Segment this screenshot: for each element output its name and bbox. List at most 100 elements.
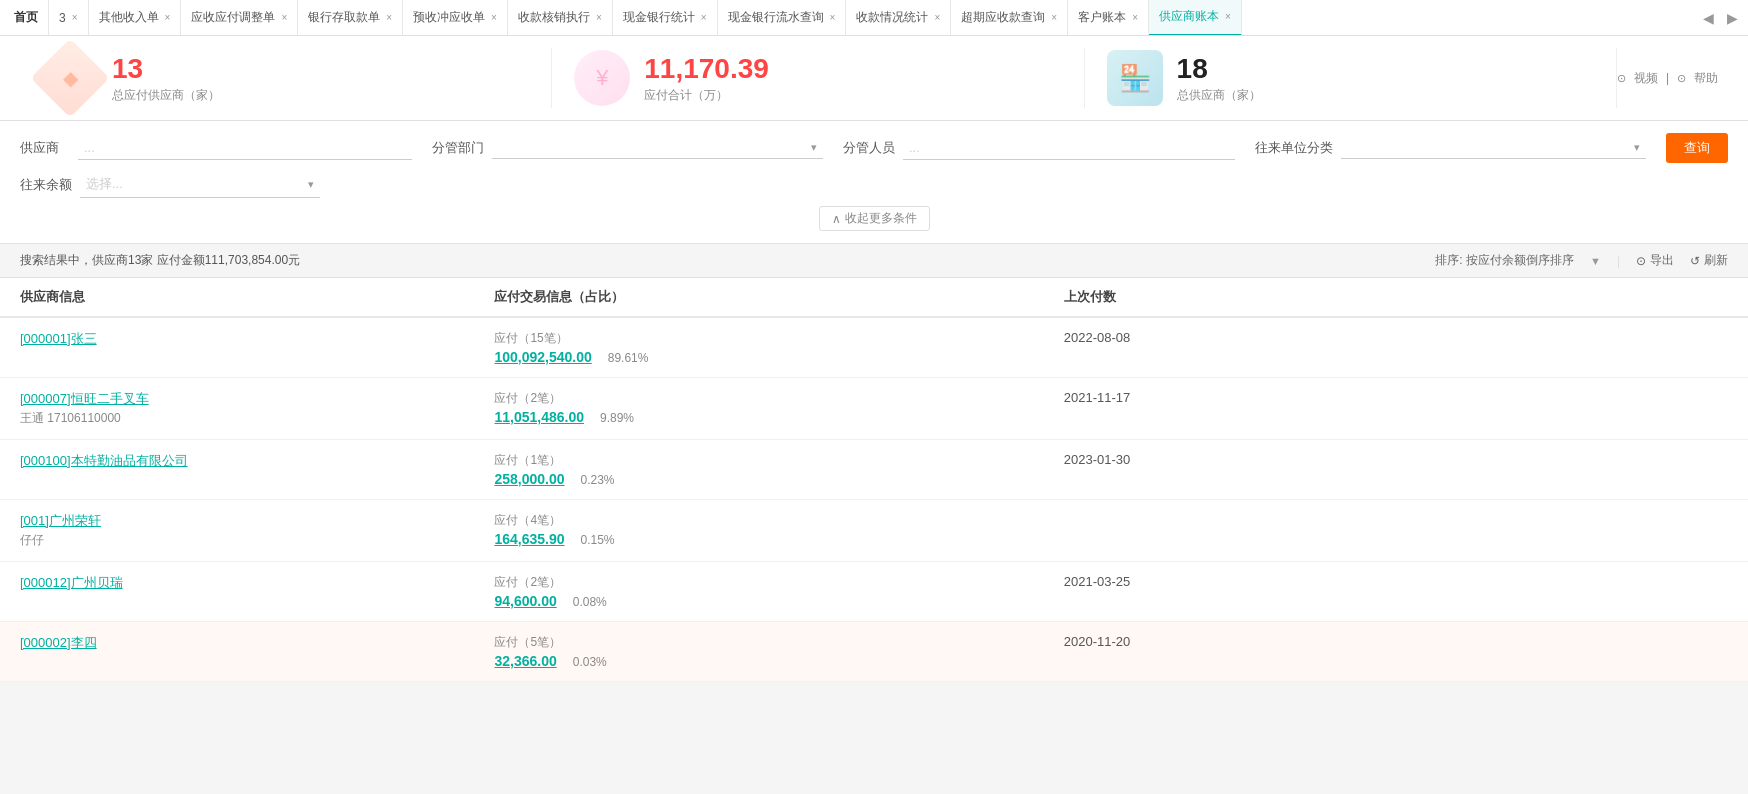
nav-tab-customer-ledger[interactable]: 客户账本 ×	[1068, 0, 1149, 36]
refresh-icon: ↺	[1690, 254, 1700, 268]
transaction-info-2: 应付（2笔） 11,051,486.00 9.89%	[494, 390, 1063, 425]
close-icon[interactable]: ×	[1051, 12, 1057, 23]
supplier-name-1[interactable]: [000001]张三	[20, 330, 494, 348]
table-row: [000100]本特勤油品有限公司 应付（1笔） 258,000.00 0.23…	[0, 440, 1748, 500]
dept-select[interactable]: ▾	[492, 137, 824, 159]
trans-amount-5[interactable]: 94,600.00	[494, 593, 556, 609]
last-pay-date-5: 2021-03-25	[1064, 574, 1131, 589]
transaction-info-6: 应付（5笔） 32,366.00 0.03%	[494, 634, 1063, 669]
trans-amount-6[interactable]: 32,366.00	[494, 653, 556, 669]
trans-row-4: 164,635.90 0.15%	[494, 529, 1063, 547]
nav-tab-collection[interactable]: 收款核销执行 ×	[508, 0, 613, 36]
person-input[interactable]	[903, 136, 1235, 160]
nav-tab-cash-flow[interactable]: 现金银行流水查询 ×	[718, 0, 847, 36]
help-link[interactable]: 帮助	[1694, 70, 1718, 87]
last-pay-2: 2021-11-17	[1064, 390, 1444, 405]
nav-tab-supplier-ledger[interactable]: 供应商账本 ×	[1149, 0, 1242, 36]
nav-arrows: ◀ ▶	[1696, 6, 1744, 30]
balance-placeholder: 选择...	[86, 175, 123, 193]
supplier-name-2[interactable]: [000007]恒旺二手叉车	[20, 390, 494, 408]
total-suppliers-label: 总供应商（家）	[1177, 87, 1261, 104]
collapse-bar: ∧ 收起更多条件	[20, 206, 1728, 231]
supplier-info-2: [000007]恒旺二手叉车 王通 17106110000	[20, 390, 494, 427]
nav-tab-adjust[interactable]: 应收应付调整单 ×	[181, 0, 298, 36]
dept-filter-label: 分管部门	[432, 139, 484, 157]
nav-next-button[interactable]: ▶	[1720, 6, 1744, 30]
help-icon: ⊙	[1677, 72, 1686, 85]
nav-tab-supplier-ledger-label: 供应商账本	[1159, 8, 1219, 25]
nav-tab-bank[interactable]: 银行存取款单 ×	[298, 0, 403, 36]
person-filter-label: 分管人员	[843, 139, 895, 157]
nav-tab-home-label: 首页	[14, 9, 38, 26]
supplier-name-3[interactable]: [000100]本特勤油品有限公司	[20, 452, 494, 470]
result-summary-text: 搜索结果中，供应商13家 应付金额111,703,854.00元	[20, 252, 300, 269]
nav-prev-button[interactable]: ◀	[1696, 6, 1720, 30]
supplier-info-6: [000002]李四	[20, 634, 494, 652]
export-label: 导出	[1650, 252, 1674, 269]
export-icon: ⊙	[1636, 254, 1646, 268]
nav-tab-home[interactable]: 首页	[4, 0, 49, 36]
nav-tab-collect-stat[interactable]: 收款情况统计 ×	[846, 0, 951, 36]
query-button[interactable]: 查询	[1666, 133, 1728, 163]
diamond-icon: ◆	[40, 48, 100, 108]
trans-amount-2[interactable]: 11,051,486.00	[494, 409, 584, 425]
trans-percent-5: 0.08%	[573, 595, 607, 609]
supplier-info-4: [001]广州荣轩 仔仔	[20, 512, 494, 549]
supplier-sub-2: 王通 17106110000	[20, 410, 494, 427]
close-icon[interactable]: ×	[1225, 11, 1231, 22]
main-table: 供应商信息 应付交易信息（占比） 上次付数 [000001]张三 应付（15笔）…	[0, 278, 1748, 682]
table-row: [000002]李四 应付（5笔） 32,366.00 0.03% 2020-1…	[0, 622, 1748, 682]
close-icon[interactable]: ×	[165, 12, 171, 23]
close-icon[interactable]: ×	[701, 12, 707, 23]
payable-suppliers-label: 总应付供应商（家）	[112, 87, 220, 104]
table-content: [000001]张三 应付（15笔） 100,092,540.00 89.61%…	[0, 318, 1748, 682]
summary-bar: ◆ 13 总应付供应商（家） ¥ 11,170.39 应付合计（万） 🏪 18 …	[0, 36, 1748, 121]
export-link[interactable]: ⊙ 导出	[1636, 252, 1674, 269]
balance-select[interactable]: 选择... ▾	[80, 171, 320, 198]
sort-down-icon: ▼	[1590, 255, 1601, 267]
summary-payable-suppliers-text: 13 总应付供应商（家）	[112, 52, 220, 105]
refresh-link[interactable]: ↺ 刷新	[1690, 252, 1728, 269]
trans-row-2: 11,051,486.00 9.89%	[494, 407, 1063, 425]
close-icon[interactable]: ×	[1132, 12, 1138, 23]
nav-tab-3[interactable]: 3 ×	[49, 0, 89, 36]
nav-tab-other-income[interactable]: 其他收入单 ×	[89, 0, 182, 36]
supplier-name-6[interactable]: [000002]李四	[20, 634, 494, 652]
filter-person: 分管人员	[843, 136, 1235, 160]
close-icon[interactable]: ×	[386, 12, 392, 23]
nav-tab-collection-label: 收款核销执行	[518, 9, 590, 26]
close-icon[interactable]: ×	[72, 12, 78, 23]
supplier-input[interactable]	[78, 136, 412, 160]
category-select[interactable]: ▾	[1341, 137, 1647, 159]
last-pay-1: 2022-08-08	[1064, 330, 1444, 345]
trans-amount-3[interactable]: 258,000.00	[494, 471, 564, 487]
close-icon[interactable]: ×	[934, 12, 940, 23]
video-link[interactable]: 视频	[1634, 70, 1658, 87]
summary-help-links: ⊙ 视频 | ⊙ 帮助	[1617, 70, 1728, 87]
close-icon[interactable]: ×	[830, 12, 836, 23]
trans-label-4: 应付（4笔）	[494, 512, 1063, 529]
filter-row-1: 供应商 分管部门 ▾ 分管人员 往来单位分类 ▾ 查询	[20, 133, 1728, 163]
trans-amount-1[interactable]: 100,092,540.00	[494, 349, 591, 365]
payable-total-label: 应付合计（万）	[644, 87, 769, 104]
payable-total-amount: 11,170.39	[644, 52, 769, 86]
close-icon[interactable]: ×	[491, 12, 497, 23]
filter-dept: 分管部门 ▾	[432, 137, 824, 159]
collapse-button[interactable]: ∧ 收起更多条件	[819, 206, 930, 231]
summary-item-payable-suppliers: ◆ 13 总应付供应商（家）	[20, 48, 552, 108]
supplier-name-5[interactable]: [000012]广州贝瑞	[20, 574, 494, 592]
summary-payable-total-text: 11,170.39 应付合计（万）	[644, 52, 769, 105]
trans-row-3: 258,000.00 0.23%	[494, 469, 1063, 487]
trans-amount-4[interactable]: 164,635.90	[494, 531, 564, 547]
nav-tab-precharge[interactable]: 预收冲应收单 ×	[403, 0, 508, 36]
nav-tab-cash-stat[interactable]: 现金银行统计 ×	[613, 0, 718, 36]
transaction-info-4: 应付（4笔） 164,635.90 0.15%	[494, 512, 1063, 547]
close-icon[interactable]: ×	[281, 12, 287, 23]
nav-tab-overdue[interactable]: 超期应收款查询 ×	[951, 0, 1068, 36]
last-pay-3: 2023-01-30	[1064, 452, 1444, 467]
trans-label-1: 应付（15笔）	[494, 330, 1063, 347]
trans-row-6: 32,366.00 0.03%	[494, 651, 1063, 669]
supplier-name-4[interactable]: [001]广州荣轩	[20, 512, 494, 530]
supplier-info-3: [000100]本特勤油品有限公司	[20, 452, 494, 470]
close-icon[interactable]: ×	[596, 12, 602, 23]
